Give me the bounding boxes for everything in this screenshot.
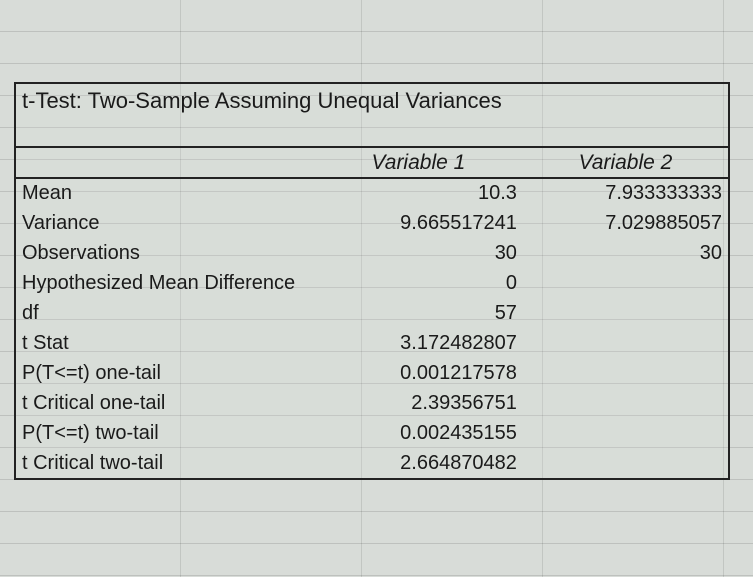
row-v1: 3.172482807 (314, 328, 523, 358)
table-row: Variance 9.665517241 7.029885057 (16, 208, 728, 238)
header-row: Variable 1 Variable 2 (16, 148, 728, 178)
row-label: Hypothesized Mean Difference (16, 268, 314, 298)
table-row: Mean 10.3 7.933333333 (16, 178, 728, 208)
ttest-body: Mean 10.3 7.933333333 Variance 9.6655172… (16, 178, 728, 478)
row-v2: 30 (523, 238, 728, 268)
table-row: t Critical two-tail 2.664870482 (16, 448, 728, 478)
row-label: Variance (16, 208, 314, 238)
table-row: P(T<=t) two-tail 0.002435155 (16, 418, 728, 448)
row-label: Observations (16, 238, 314, 268)
table-row: df 57 (16, 298, 728, 328)
ttest-output-box: t-Test: Two-Sample Assuming Unequal Vari… (14, 82, 730, 480)
table-row: t Stat 3.172482807 (16, 328, 728, 358)
row-v2 (523, 388, 728, 418)
row-v2: 7.933333333 (523, 178, 728, 208)
row-v1: 0.002435155 (314, 418, 523, 448)
row-v2 (523, 448, 728, 478)
row-v2 (523, 358, 728, 388)
row-v1: 30 (314, 238, 523, 268)
row-v1: 10.3 (314, 178, 523, 208)
row-label: t Critical one-tail (16, 388, 314, 418)
row-v1: 2.39356751 (314, 388, 523, 418)
table-row: Observations 30 30 (16, 238, 728, 268)
row-v2 (523, 298, 728, 328)
row-v1: 0 (314, 268, 523, 298)
header-var2: Variable 2 (523, 148, 728, 178)
header-blank (16, 148, 314, 178)
table-row: Hypothesized Mean Difference 0 (16, 268, 728, 298)
row-label: df (16, 298, 314, 328)
row-v1: 0.001217578 (314, 358, 523, 388)
row-label: Mean (16, 178, 314, 208)
row-v1: 9.665517241 (314, 208, 523, 238)
table-row: t Critical one-tail 2.39356751 (16, 388, 728, 418)
header-var1: Variable 1 (314, 148, 523, 178)
table-row: P(T<=t) one-tail 0.001217578 (16, 358, 728, 388)
row-v2: 7.029885057 (523, 208, 728, 238)
row-v2 (523, 268, 728, 298)
row-v2 (523, 418, 728, 448)
row-label: t Critical two-tail (16, 448, 314, 478)
row-label: P(T<=t) two-tail (16, 418, 314, 448)
output-title: t-Test: Two-Sample Assuming Unequal Vari… (16, 84, 728, 148)
row-v2 (523, 328, 728, 358)
row-v1: 57 (314, 298, 523, 328)
row-label: P(T<=t) one-tail (16, 358, 314, 388)
row-v1: 2.664870482 (314, 448, 523, 478)
row-label: t Stat (16, 328, 314, 358)
ttest-table: Variable 1 Variable 2 Mean 10.3 7.933333… (16, 148, 728, 478)
